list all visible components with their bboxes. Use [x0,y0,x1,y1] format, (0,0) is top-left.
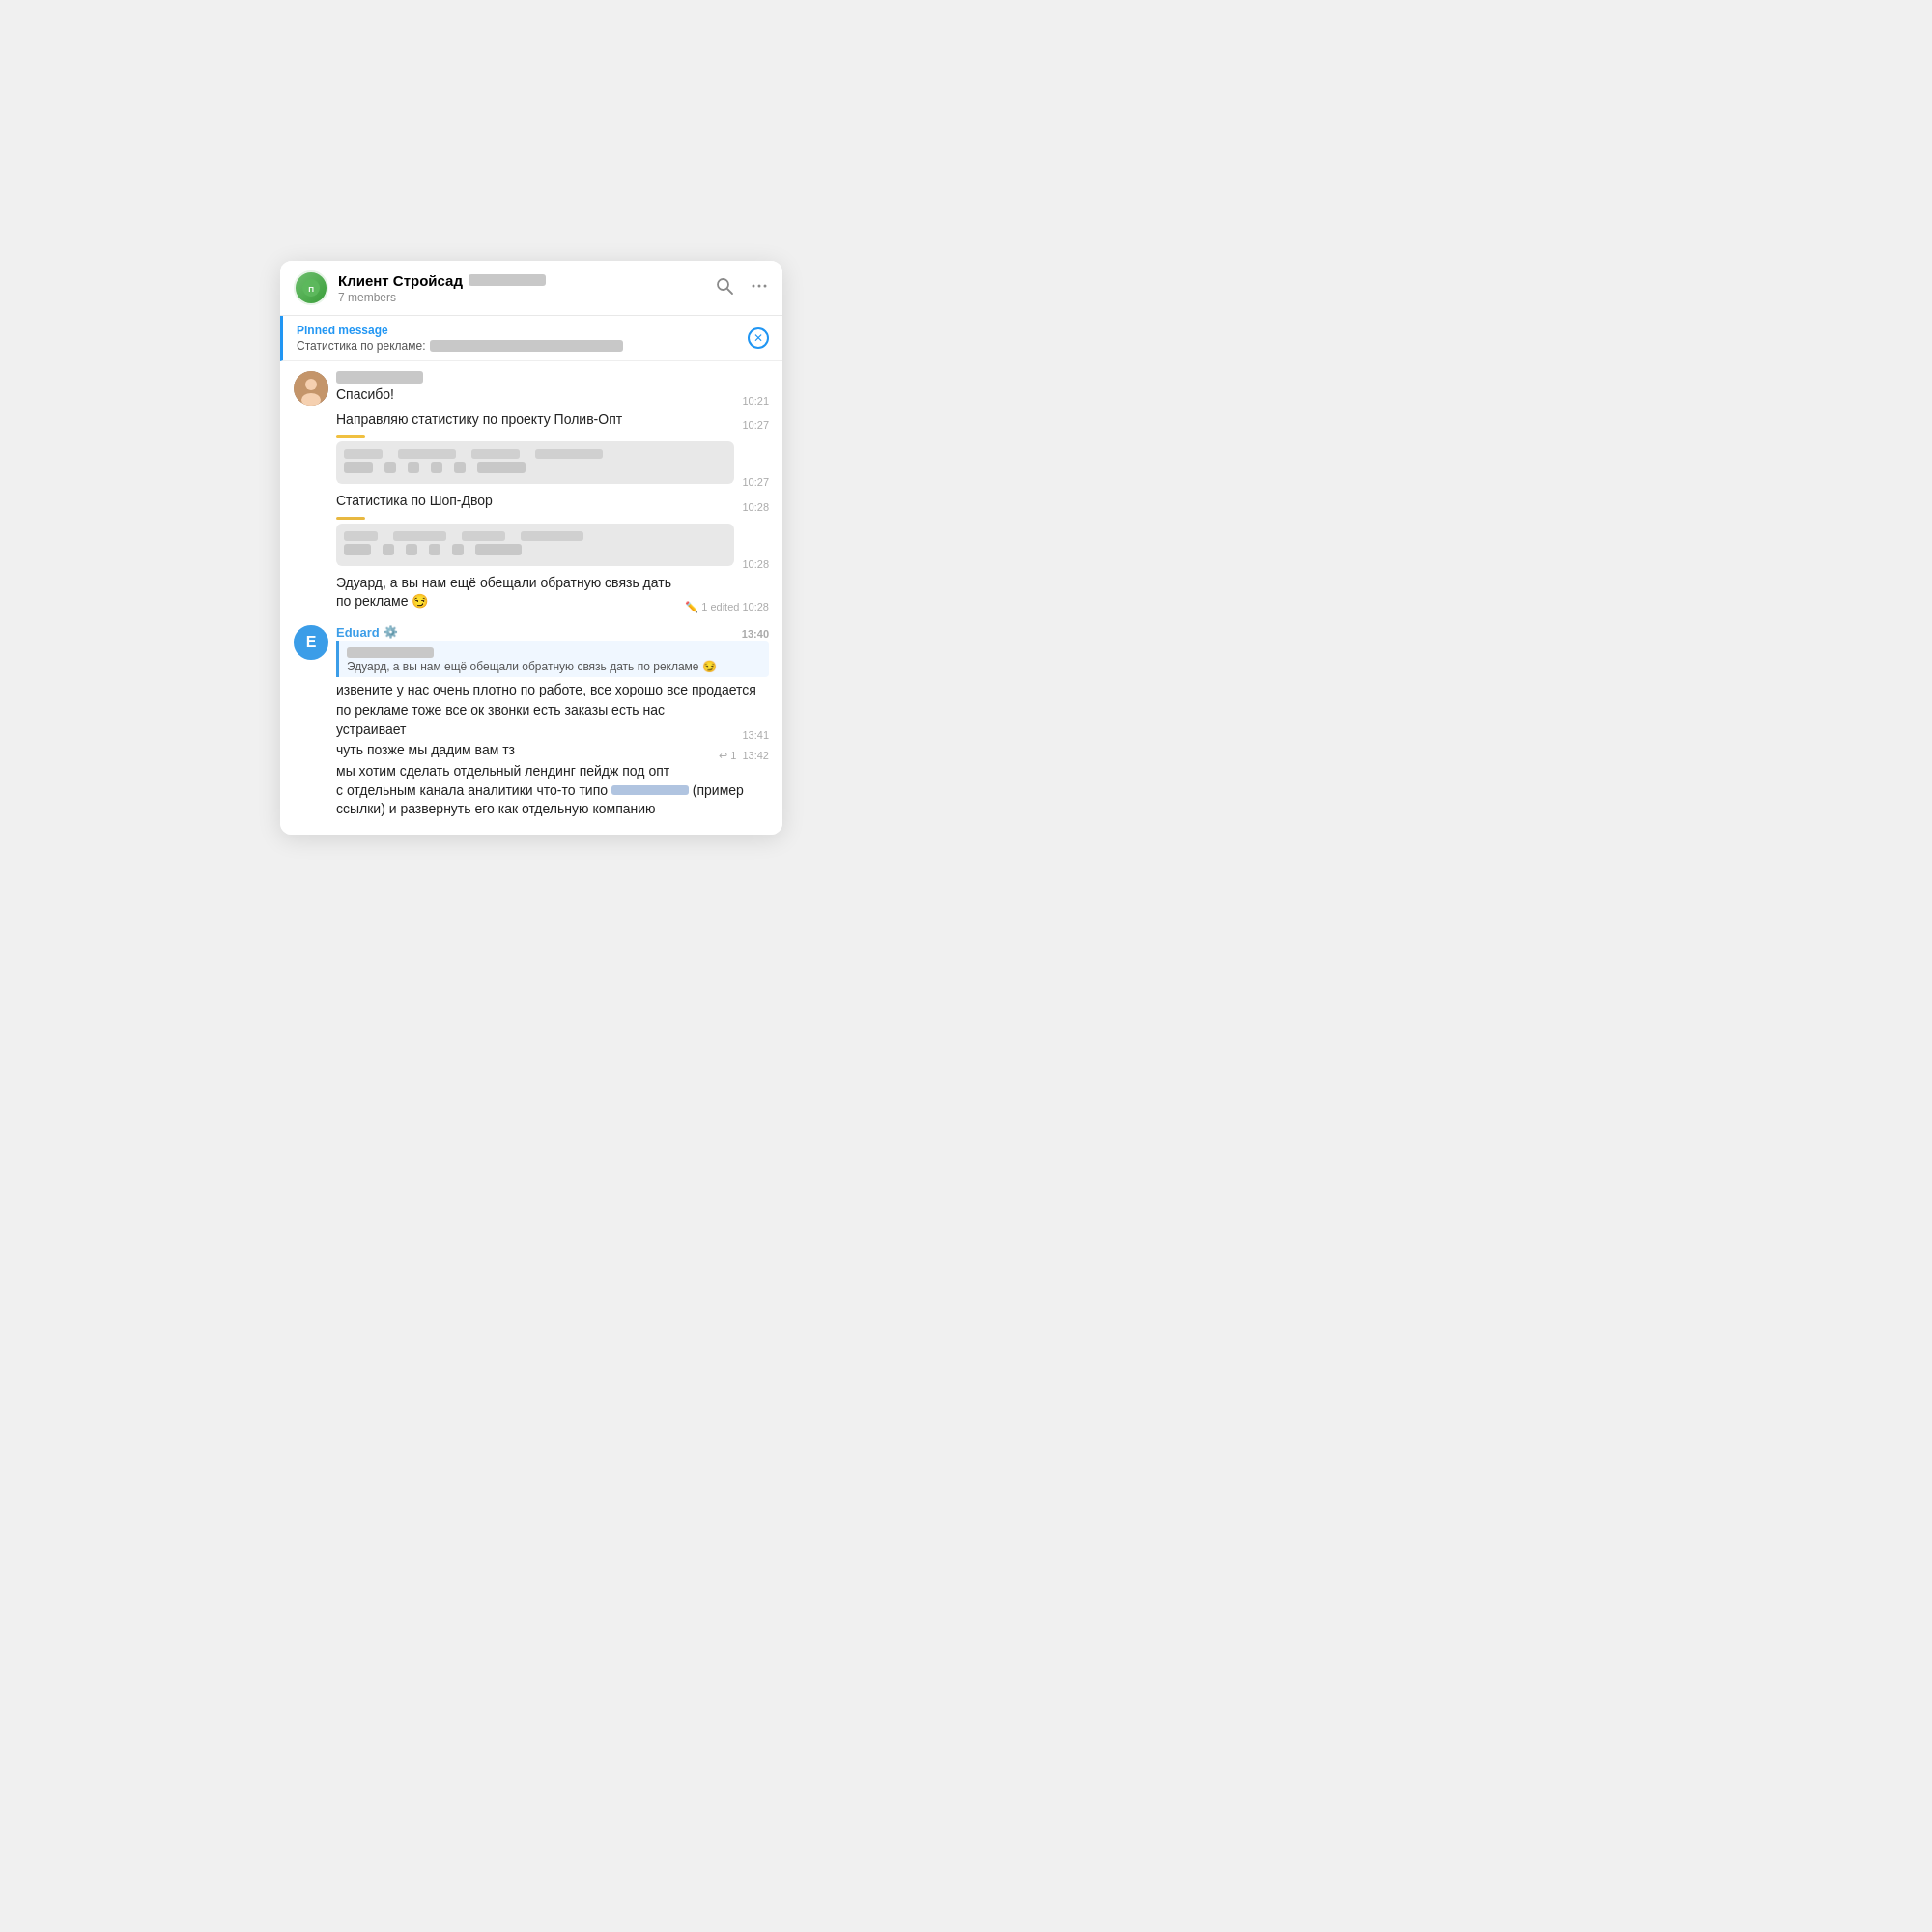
pinned-label: Pinned message [297,324,748,337]
avatar-e: E [294,625,328,660]
sender-name-text: Eduard [336,625,380,639]
message-line-2: по рекламе тоже все ок звонки есть заказ… [336,701,769,741]
table-row: Статистика по Шоп-Двор 10:28 [294,492,769,513]
yellow-bar [336,435,365,438]
msg-time: 10:27 [734,476,769,488]
msg-text-4-line3: ссылки) и развернуть его как отдельную к… [336,800,744,819]
table-row: E Eduard ⚙️ 13:40 Эдуард, а вы нам ещё о… [294,625,769,821]
msg-text: Статистика по Шоп-Двор [336,492,493,511]
msg-time: 13:40 [734,628,769,639]
message-line: Статистика по Шоп-Двор 10:28 [336,492,769,513]
msg-time: 10:28 [734,558,769,570]
msg-time-edit: ✏️ 1 edited 10:28 [677,601,769,613]
chat-header: П Клиент Стройсад 7 members [280,261,782,316]
messages-area: Спасибо! 10:21 Направляю статистику по п… [280,361,782,835]
reply-name-blurred [347,647,434,658]
table-row: 10:27 [294,435,769,488]
msg-text-3: чуть позже мы дадим вам тз [336,741,515,760]
msg-text-4: мы хотим сделать отдельный лендинг пейдж… [336,762,744,819]
msg-text: Эдуард, а вы нам ещё обещали обратную св… [336,574,677,611]
yellow-bar-2 [336,517,365,520]
reply-quote-text: Эдуард, а вы нам ещё обещали обратную св… [347,660,761,673]
pinned-message-bar[interactable]: Pinned message Статистика по рекламе: ✕ [280,316,782,361]
pinned-close-button[interactable]: ✕ [748,327,769,349]
msg-text: Спасибо! [336,385,394,405]
msg-time-2: 13:41 [734,729,769,741]
msg-time: 10:21 [734,395,769,407]
user-avatar-photo [294,371,328,406]
header-icons [715,276,769,300]
msg-text: извените у нас очень плотно по работе, в… [336,681,756,700]
chat-title: Клиент Стройсад [338,272,715,289]
msg-text-2: по рекламе тоже все ок звонки есть заказ… [336,701,734,739]
chat-avatar: П [294,270,328,305]
pinned-text: Статистика по рекламе: [297,339,748,353]
title-blurred [469,274,546,286]
message-line: извените у нас очень плотно по работе, в… [336,681,769,702]
pinned-content: Pinned message Статистика по рекламе: [297,324,748,353]
avatar [294,371,328,406]
table-row: Спасибо! 10:21 [294,371,769,407]
gear-icon: ⚙️ [384,625,398,639]
table-row: Направляю статистику по проекту Полив-Оп… [294,411,769,432]
msg-text: Направляю статистику по проекту Полив-Оп… [336,411,622,430]
reply-quote: Эдуард, а вы нам ещё обещали обратную св… [336,641,769,677]
svg-line-3 [727,289,732,294]
table-row: 10:28 [294,517,769,570]
svg-point-4 [753,284,755,287]
message-line-4: мы хотим сделать отдельный лендинг пейдж… [336,762,769,821]
image-placeholder-2 [336,524,734,566]
message-content: 10:28 [336,517,769,570]
avatar-logo: П [296,272,327,303]
message-content: Eduard ⚙️ 13:40 Эдуард, а вы нам ещё обе… [336,625,769,821]
name-blurred [336,371,423,384]
message-line-3: чуть позже мы дадим вам тз ↩ 1 13:42 [336,741,769,762]
svg-point-2 [718,279,728,290]
search-icon[interactable] [715,276,734,300]
message-line: Спасибо! 10:21 [336,385,769,407]
svg-text:П: П [308,285,314,294]
sender-name-Eduard: Eduard ⚙️ 13:40 [336,625,769,639]
table-row: Эдуард, а вы нам ещё обещали обратную св… [294,574,769,613]
message-line: Направляю статистику по проекту Полив-Оп… [336,411,769,432]
pinned-blurred [430,340,623,352]
chat-info: Клиент Стройсад 7 members [338,272,715,304]
more-icon[interactable] [750,276,769,300]
message-content: Статистика по Шоп-Двор 10:28 [336,492,769,513]
chat-window: П Клиент Стройсад 7 members [280,261,782,835]
msg-time: 10:27 [734,419,769,431]
svg-point-8 [305,379,317,390]
image-placeholder [336,441,734,484]
message-line: Эдуард, а вы нам ещё обещали обратную св… [336,574,769,613]
link-blurred [611,785,689,795]
members-count: 7 members [338,291,715,304]
msg-text-4-line2: с отдельным канала аналитики что-то типо… [336,781,744,801]
message-content: 10:27 [336,435,769,488]
message-content: Эдуард, а вы нам ещё обещали обратную св… [336,574,769,613]
reply-quote-name [347,645,761,658]
msg-time-3-edit: ↩ 1 13:42 [711,750,769,762]
msg-text-4-line1: мы хотим сделать отдельный лендинг пейдж… [336,762,744,781]
svg-point-6 [764,284,767,287]
message-content: Спасибо! 10:21 [336,371,769,407]
sender-name [336,371,769,384]
msg-time: 10:28 [734,501,769,513]
message-content: Направляю статистику по проекту Полив-Оп… [336,411,769,432]
svg-point-5 [758,284,761,287]
